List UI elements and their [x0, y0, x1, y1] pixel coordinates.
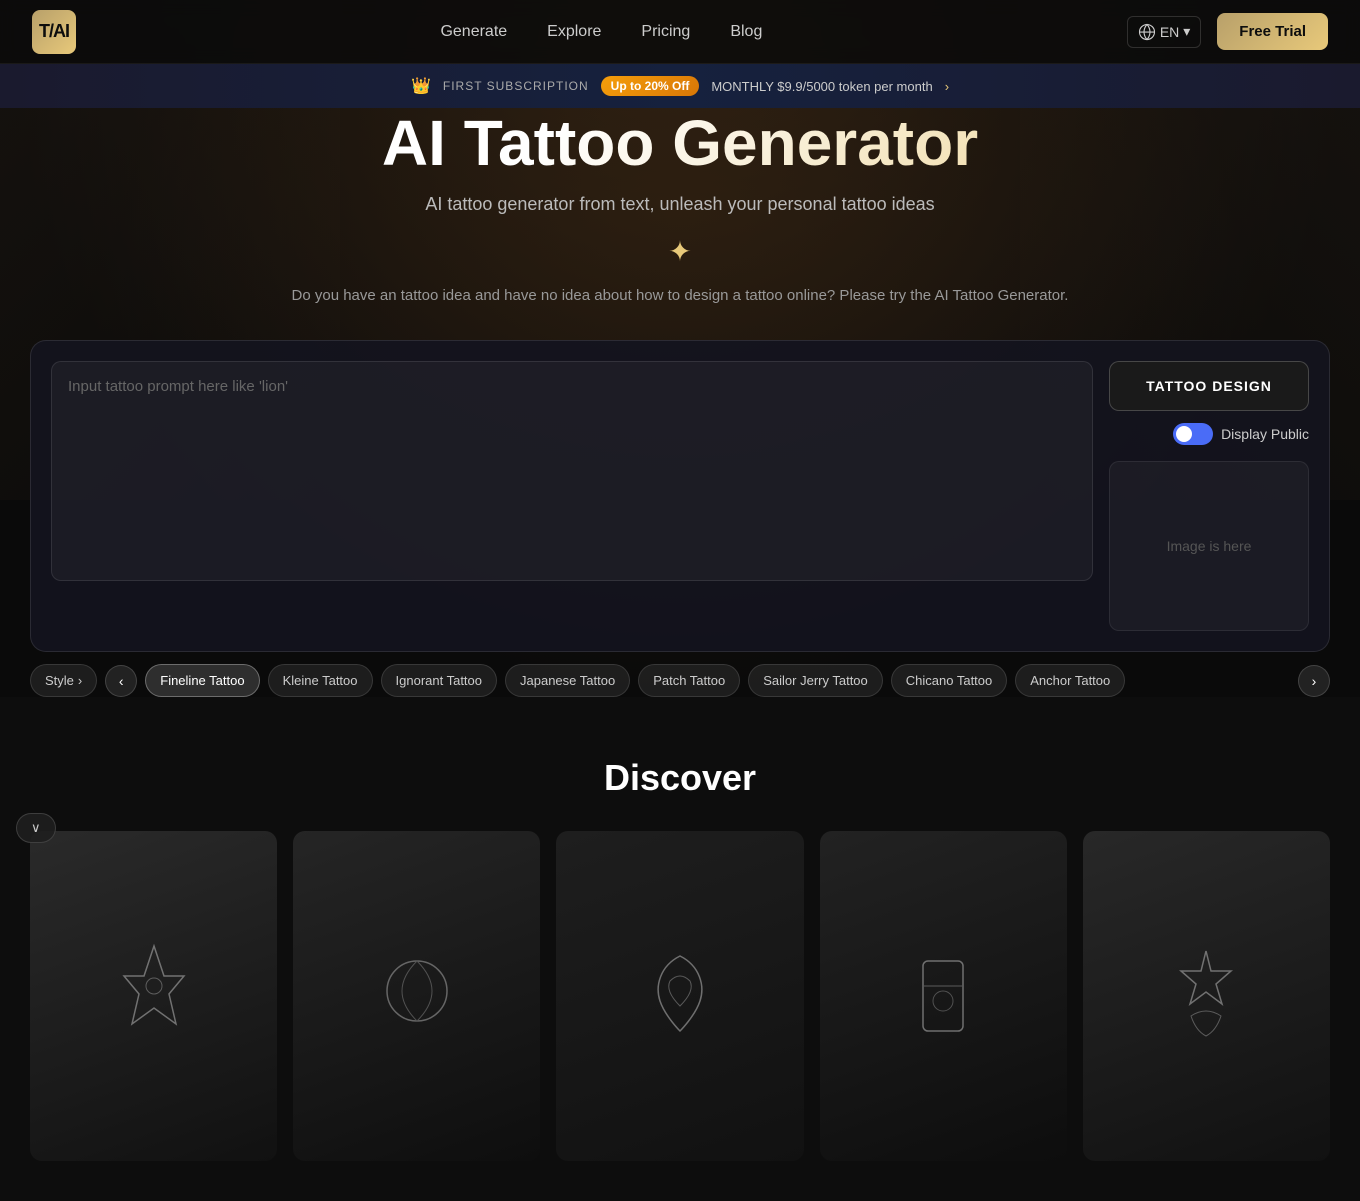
public-toggle-switch[interactable] [1173, 423, 1213, 445]
tattoo-art-2 [377, 936, 457, 1056]
logo[interactable]: T/AI [32, 10, 76, 54]
tattoo-art-4 [903, 936, 983, 1056]
discover-grid [30, 831, 1330, 1161]
style-tabs-row: Style › ‹ Fineline Tattoo Kleine Tattoo … [30, 664, 1330, 697]
display-public-toggle: Display Public [1109, 423, 1309, 445]
hero-subtitle: AI tattoo generator from text, unleash y… [20, 194, 1340, 215]
tattoo-design-button[interactable]: TATTOO DESIGN [1109, 361, 1309, 411]
promo-subscription-label: FIRST SUBSCRIPTION [443, 79, 589, 93]
crown-icon: 👑 [411, 76, 431, 96]
nav-link-explore[interactable]: Explore [547, 23, 601, 41]
tattoo-art-5 [1166, 936, 1246, 1056]
prompt-input[interactable] [51, 361, 1093, 581]
nav-link-pricing[interactable]: Pricing [641, 23, 690, 41]
sparkle-icon: ✦ [20, 235, 1340, 268]
lang-label: EN [1160, 24, 1179, 40]
tattoo-art-1 [114, 936, 194, 1056]
promo-discount-badge: Up to 20% Off [601, 76, 700, 96]
discover-card-4[interactable] [820, 831, 1067, 1161]
style-label: Style [45, 673, 74, 688]
nav-right: EN ▾ Free Trial [1127, 13, 1328, 50]
discover-card-5[interactable] [1083, 831, 1330, 1161]
style-dropdown-button[interactable]: Style › [30, 664, 97, 697]
style-tab-kleine[interactable]: Kleine Tattoo [268, 664, 373, 697]
hero-description: Do you have an tattoo idea and have no i… [280, 284, 1080, 308]
promo-monthly-text: MONTHLY $9.9/5000 token per month [711, 79, 932, 94]
chevron-down-icon: ▾ [1183, 23, 1190, 40]
style-tab-ignorant[interactable]: Ignorant Tattoo [381, 664, 498, 697]
discover-section: Discover [0, 697, 1360, 1201]
free-trial-button[interactable]: Free Trial [1217, 13, 1328, 50]
promo-arrow-icon: › [945, 79, 949, 94]
logo-mark: T/AI [32, 10, 76, 54]
style-tab-chicano[interactable]: Chicano Tattoo [891, 664, 1008, 697]
language-selector[interactable]: EN ▾ [1127, 16, 1201, 48]
expand-button[interactable]: ∨ [16, 813, 56, 843]
style-tabs-scroll: Fineline Tattoo Kleine Tattoo Ignorant T… [145, 664, 1290, 697]
style-tab-patch[interactable]: Patch Tattoo [638, 664, 740, 697]
style-tab-anchor[interactable]: Anchor Tattoo [1015, 664, 1125, 697]
hero-content: AI Tattoo Generator AI tattoo generator … [0, 108, 1360, 340]
discover-card-3[interactable] [556, 831, 803, 1161]
tabs-next-button[interactable]: › [1298, 665, 1330, 697]
tabs-prev-button[interactable]: ‹ [105, 665, 137, 697]
promo-banner: 👑 FIRST SUBSCRIPTION Up to 20% Off MONTH… [0, 64, 1360, 108]
chevron-down-icon: ∨ [31, 820, 41, 836]
nav-links: Generate Explore Pricing Blog [440, 23, 762, 41]
prompt-area [51, 361, 1093, 631]
nav-link-blog[interactable]: Blog [730, 23, 762, 41]
discover-card-2[interactable] [293, 831, 540, 1161]
discover-title: Discover [20, 757, 1340, 799]
generator-card: TATTOO DESIGN Display Public Image is he… [30, 340, 1330, 652]
hero-title: AI Tattoo Generator [20, 108, 1340, 178]
right-panel: TATTOO DESIGN Display Public [1109, 361, 1309, 445]
chevron-right-icon: › [78, 673, 82, 688]
tattoo-art-3 [640, 936, 720, 1056]
nav-link-generate[interactable]: Generate [440, 23, 507, 41]
image-placeholder-text: Image is here [1167, 538, 1252, 554]
style-tab-japanese[interactable]: Japanese Tattoo [505, 664, 630, 697]
discover-card-1[interactable] [30, 831, 277, 1161]
display-public-label: Display Public [1221, 426, 1309, 442]
style-tab-fineline[interactable]: Fineline Tattoo [145, 664, 259, 697]
style-tab-sailor-jerry[interactable]: Sailor Jerry Tattoo [748, 664, 883, 697]
navbar: T/AI Generate Explore Pricing Blog EN ▾ … [0, 0, 1360, 64]
image-preview: Image is here [1109, 461, 1309, 631]
globe-icon [1138, 23, 1156, 41]
